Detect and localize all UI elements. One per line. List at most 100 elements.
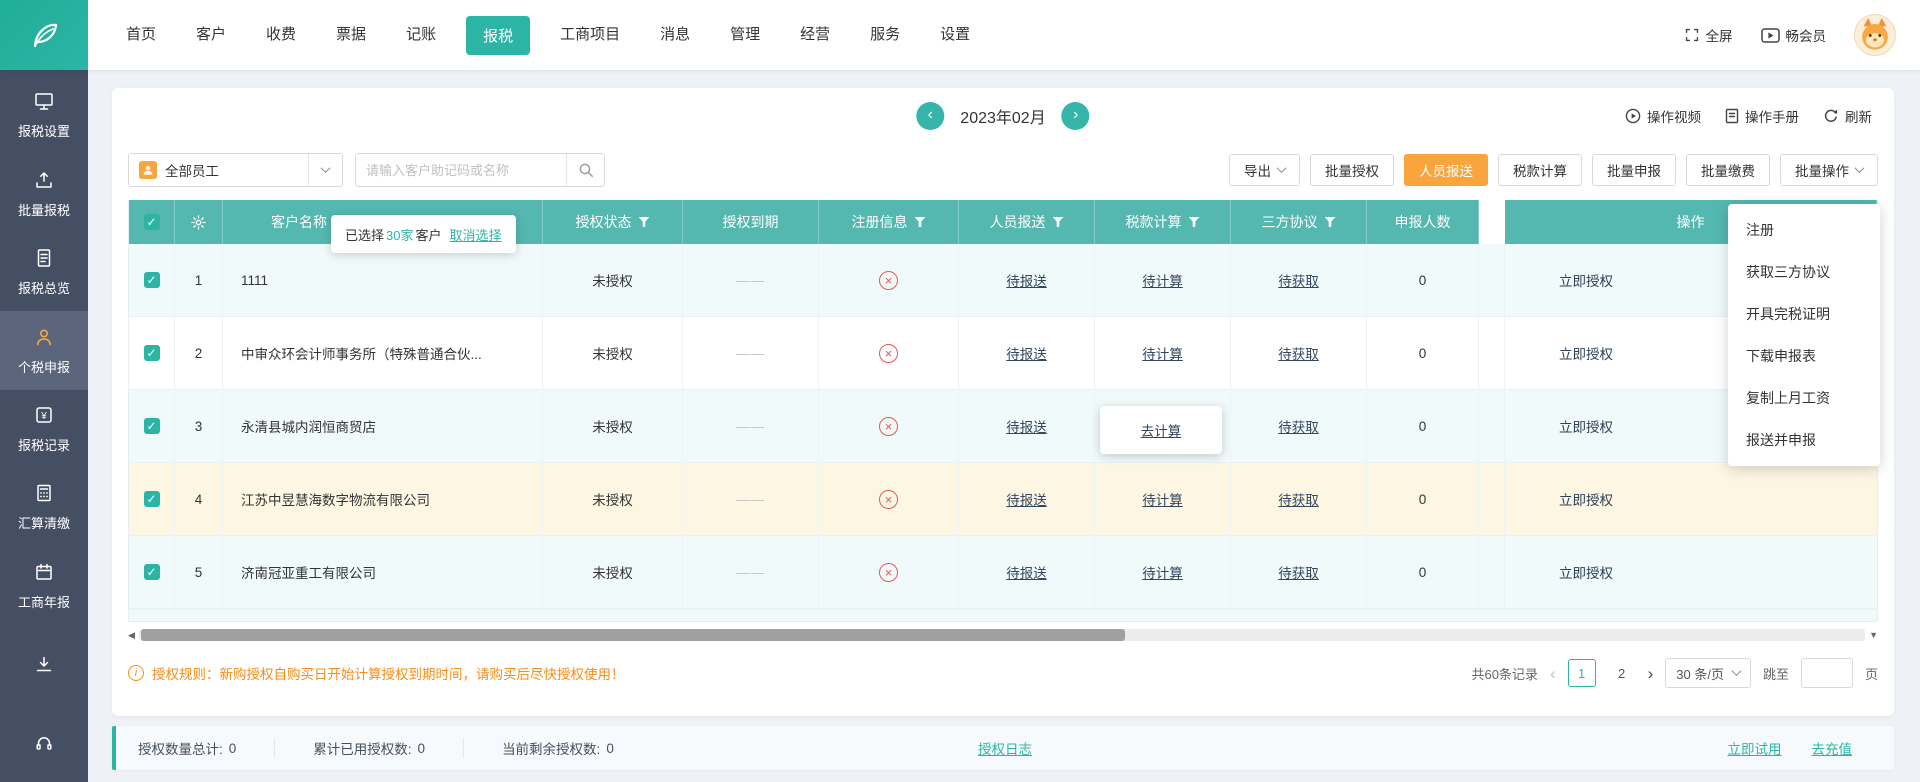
- employee-select[interactable]: 全部员工: [128, 153, 343, 187]
- personnel-report-link[interactable]: 待报送: [1006, 416, 1047, 436]
- tax-calc-link[interactable]: 待计算: [1142, 270, 1183, 290]
- scrollbar-track[interactable]: [138, 629, 1866, 641]
- column-settings-cell[interactable]: [175, 200, 223, 244]
- sidebar-item-tax-settings[interactable]: 报税设置: [0, 76, 88, 154]
- app-logo[interactable]: [0, 0, 88, 70]
- manual-link[interactable]: 操作手册: [1725, 106, 1799, 126]
- sidebar-item-download[interactable]: [0, 625, 88, 703]
- error-circle-icon[interactable]: ×: [879, 489, 898, 509]
- prev-page-arrow[interactable]: ‹: [1550, 665, 1556, 682]
- authorize-now-link[interactable]: 立即授权: [1559, 562, 1613, 582]
- nav-item-operations[interactable]: 经营: [780, 0, 850, 70]
- nav-item-customers[interactable]: 客户: [176, 0, 246, 70]
- header-auth-status[interactable]: 授权状态: [543, 200, 683, 244]
- menu-item-download-form[interactable]: 下载申报表: [1728, 335, 1880, 377]
- scroll-left-arrow[interactable]: ◀: [128, 630, 135, 640]
- scroll-down-arrow[interactable]: ▼: [1869, 630, 1878, 640]
- fullscreen-button[interactable]: 全屏: [1684, 25, 1733, 45]
- personnel-report-link[interactable]: 待报送: [1006, 343, 1047, 363]
- nav-item-billing[interactable]: 收费: [246, 0, 316, 70]
- tax-calc-link[interactable]: 待计算: [1142, 343, 1183, 363]
- agreement-link[interactable]: 待获取: [1278, 416, 1319, 436]
- next-page-arrow[interactable]: ›: [1648, 665, 1654, 682]
- header-registration[interactable]: 注册信息: [819, 200, 959, 244]
- recharge-link[interactable]: 去充值: [1812, 738, 1853, 758]
- error-circle-icon[interactable]: ×: [879, 270, 898, 290]
- sidebar-item-annual-report[interactable]: 工商年报: [0, 547, 88, 625]
- batch-declare-button[interactable]: 批量申报: [1592, 154, 1676, 186]
- authorize-now-link[interactable]: 立即授权: [1559, 270, 1613, 290]
- error-circle-icon[interactable]: ×: [879, 562, 898, 582]
- error-circle-icon[interactable]: ×: [879, 343, 898, 363]
- nav-item-management[interactable]: 管理: [710, 0, 780, 70]
- agreement-link[interactable]: 待获取: [1278, 343, 1319, 363]
- batch-authorize-button[interactable]: 批量授权: [1310, 154, 1394, 186]
- prev-month-button[interactable]: ‹: [916, 102, 945, 130]
- auth-log-link[interactable]: 授权日志: [978, 738, 1032, 758]
- batch-operations-button[interactable]: 批量操作: [1780, 154, 1878, 186]
- sidebar-item-final-settlement[interactable]: 汇算清缴: [0, 468, 88, 546]
- row-checkbox[interactable]: ✓: [143, 564, 160, 580]
- user-avatar[interactable]: [1854, 14, 1896, 56]
- sidebar-item-batch-tax[interactable]: 批量报税: [0, 154, 88, 232]
- menu-item-submit-declare[interactable]: 报送并申报: [1728, 419, 1880, 461]
- next-month-button[interactable]: ›: [1061, 102, 1090, 130]
- authorize-now-link[interactable]: 立即授权: [1559, 489, 1613, 509]
- filter-funnel-icon[interactable]: [914, 217, 926, 227]
- personnel-report-link[interactable]: 待报送: [1006, 489, 1047, 509]
- menu-item-get-agreement[interactable]: 获取三方协议: [1728, 251, 1880, 293]
- jump-page-input[interactable]: [1800, 658, 1853, 688]
- personnel-report-link[interactable]: 待报送: [1006, 270, 1047, 290]
- authorize-now-link[interactable]: 立即授权: [1559, 416, 1613, 436]
- header-tax-calc[interactable]: 税款计算: [1095, 200, 1231, 244]
- filter-funnel-icon[interactable]: [1052, 217, 1064, 227]
- tax-calc-link[interactable]: 待计算: [1142, 489, 1183, 509]
- video-guide-link[interactable]: 操作视频: [1625, 106, 1701, 126]
- row-checkbox[interactable]: ✓: [143, 345, 160, 361]
- member-button[interactable]: 畅会员: [1760, 25, 1826, 45]
- scrollbar-thumb[interactable]: [140, 629, 1125, 641]
- header-declare-count[interactable]: 申报人数: [1367, 200, 1479, 244]
- menu-item-copy-salary[interactable]: 复制上月工资: [1728, 377, 1880, 419]
- nav-item-tax-filing[interactable]: 报税: [466, 15, 531, 55]
- header-auth-expire[interactable]: 授权到期: [683, 200, 819, 244]
- filter-funnel-icon[interactable]: [1188, 217, 1200, 227]
- search-input[interactable]: [356, 162, 566, 178]
- nav-item-invoices[interactable]: 票据: [316, 0, 386, 70]
- filter-funnel-icon[interactable]: [1324, 217, 1336, 227]
- nav-item-settings[interactable]: 设置: [920, 0, 990, 70]
- batch-pay-button[interactable]: 批量缴费: [1686, 154, 1770, 186]
- nav-item-messages[interactable]: 消息: [640, 0, 710, 70]
- nav-item-business-projects[interactable]: 工商项目: [540, 0, 640, 70]
- row-checkbox[interactable]: ✓: [143, 418, 160, 434]
- page-size-select[interactable]: 30 条/页: [1665, 658, 1751, 688]
- nav-item-services[interactable]: 服务: [850, 0, 920, 70]
- sidebar-item-tax-records[interactable]: ¥ 报税记录: [0, 390, 88, 468]
- tax-calculate-button[interactable]: 税款计算: [1498, 154, 1582, 186]
- nav-item-home[interactable]: 首页: [106, 0, 176, 70]
- deselect-all-link[interactable]: 取消选择: [450, 225, 502, 244]
- go-calculate-link[interactable]: 去计算: [1141, 420, 1182, 440]
- tax-calc-link[interactable]: 待计算: [1142, 562, 1183, 582]
- agreement-link[interactable]: 待获取: [1278, 562, 1319, 582]
- filter-funnel-icon[interactable]: [638, 217, 650, 227]
- row-checkbox[interactable]: ✓: [143, 272, 160, 288]
- personnel-report-link[interactable]: 待报送: [1006, 562, 1047, 582]
- select-all-checkbox[interactable]: ✓: [143, 214, 160, 230]
- error-circle-icon[interactable]: ×: [879, 416, 898, 436]
- agreement-link[interactable]: 待获取: [1278, 270, 1319, 290]
- agreement-link[interactable]: 待获取: [1278, 489, 1319, 509]
- row-checkbox[interactable]: ✓: [143, 491, 160, 507]
- personnel-submit-button[interactable]: 人员报送: [1404, 154, 1488, 186]
- sidebar-item-tax-overview[interactable]: 报税总览: [0, 233, 88, 311]
- page-number-2[interactable]: 2: [1608, 659, 1636, 687]
- menu-item-tax-certificate[interactable]: 开具完税证明: [1728, 293, 1880, 335]
- sidebar-item-personal-tax[interactable]: 个税申报: [0, 311, 88, 390]
- page-number-1[interactable]: 1: [1567, 659, 1596, 687]
- trial-link[interactable]: 立即试用: [1728, 738, 1782, 758]
- menu-item-register[interactable]: 注册: [1728, 209, 1880, 251]
- search-button[interactable]: [566, 154, 604, 186]
- header-agreement[interactable]: 三方协议: [1231, 200, 1367, 244]
- refresh-link[interactable]: 刷新: [1823, 106, 1872, 126]
- header-personnel-report[interactable]: 人员报送: [959, 200, 1095, 244]
